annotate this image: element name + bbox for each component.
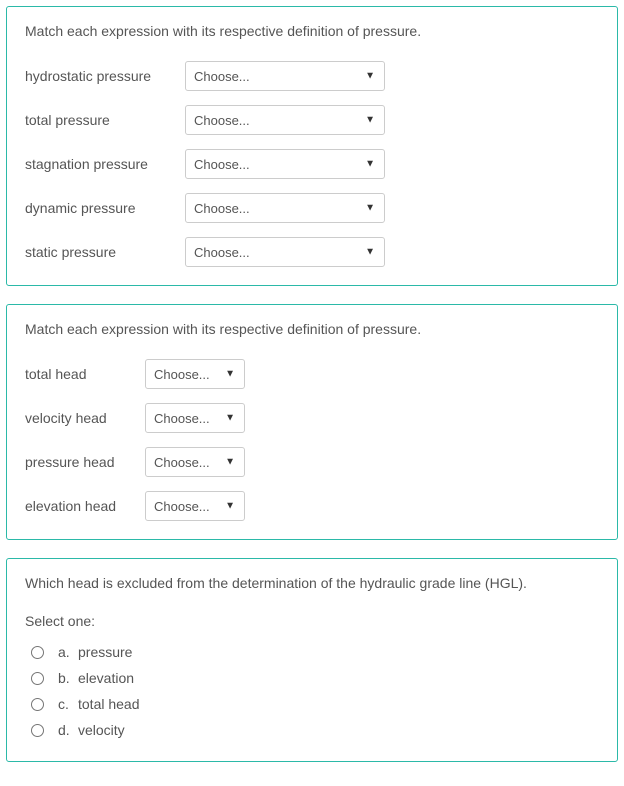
match-label: dynamic pressure	[25, 200, 185, 216]
radio-option-d[interactable]	[31, 724, 44, 737]
option-row-c[interactable]: c. total head	[25, 691, 599, 717]
match-row: elevation head Choose... ▼	[25, 491, 599, 521]
match-select-dynamic-pressure[interactable]: Choose...	[185, 193, 385, 223]
option-letter: a.	[58, 644, 78, 660]
match-row: total pressure Choose... ▼	[25, 105, 599, 135]
match-label: hydrostatic pressure	[25, 68, 185, 84]
option-text: pressure	[78, 644, 132, 660]
match-row: velocity head Choose... ▼	[25, 403, 599, 433]
match-select-velocity-head[interactable]: Choose...	[145, 403, 245, 433]
option-text: velocity	[78, 722, 125, 738]
match-row: static pressure Choose... ▼	[25, 237, 599, 267]
question-prompt: Match each expression with its respectiv…	[25, 23, 599, 39]
match-select-hydrostatic-pressure[interactable]: Choose...	[185, 61, 385, 91]
match-label: total head	[25, 366, 145, 382]
select-one-label: Select one:	[25, 613, 599, 629]
question-prompt: Match each expression with its respectiv…	[25, 321, 599, 337]
match-label: velocity head	[25, 410, 145, 426]
option-row-b[interactable]: b. elevation	[25, 665, 599, 691]
select-wrap: Choose... ▼	[145, 359, 245, 389]
match-row: pressure head Choose... ▼	[25, 447, 599, 477]
select-wrap: Choose... ▼	[185, 237, 385, 267]
match-label: pressure head	[25, 454, 145, 470]
match-select-pressure-head[interactable]: Choose...	[145, 447, 245, 477]
match-row: dynamic pressure Choose... ▼	[25, 193, 599, 223]
radio-option-c[interactable]	[31, 698, 44, 711]
match-row: hydrostatic pressure Choose... ▼	[25, 61, 599, 91]
question-box-2: Match each expression with its respectiv…	[6, 304, 618, 540]
question-box-3: Which head is excluded from the determin…	[6, 558, 618, 762]
option-text: total head	[78, 696, 140, 712]
option-letter: b.	[58, 670, 78, 686]
select-wrap: Choose... ▼	[185, 61, 385, 91]
select-wrap: Choose... ▼	[185, 105, 385, 135]
option-letter: d.	[58, 722, 78, 738]
select-wrap: Choose... ▼	[145, 403, 245, 433]
radio-option-a[interactable]	[31, 646, 44, 659]
match-select-static-pressure[interactable]: Choose...	[185, 237, 385, 267]
match-row: stagnation pressure Choose... ▼	[25, 149, 599, 179]
question-box-1: Match each expression with its respectiv…	[6, 6, 618, 286]
select-wrap: Choose... ▼	[185, 193, 385, 223]
match-select-total-head[interactable]: Choose...	[145, 359, 245, 389]
match-label: static pressure	[25, 244, 185, 260]
select-wrap: Choose... ▼	[185, 149, 385, 179]
option-text: elevation	[78, 670, 134, 686]
match-select-stagnation-pressure[interactable]: Choose...	[185, 149, 385, 179]
match-select-total-pressure[interactable]: Choose...	[185, 105, 385, 135]
option-letter: c.	[58, 696, 78, 712]
select-wrap: Choose... ▼	[145, 491, 245, 521]
match-label: elevation head	[25, 498, 145, 514]
option-row-d[interactable]: d. velocity	[25, 717, 599, 743]
match-label: total pressure	[25, 112, 185, 128]
match-select-elevation-head[interactable]: Choose...	[145, 491, 245, 521]
question-prompt: Which head is excluded from the determin…	[25, 575, 599, 591]
select-wrap: Choose... ▼	[145, 447, 245, 477]
radio-option-b[interactable]	[31, 672, 44, 685]
match-row: total head Choose... ▼	[25, 359, 599, 389]
match-label: stagnation pressure	[25, 156, 185, 172]
